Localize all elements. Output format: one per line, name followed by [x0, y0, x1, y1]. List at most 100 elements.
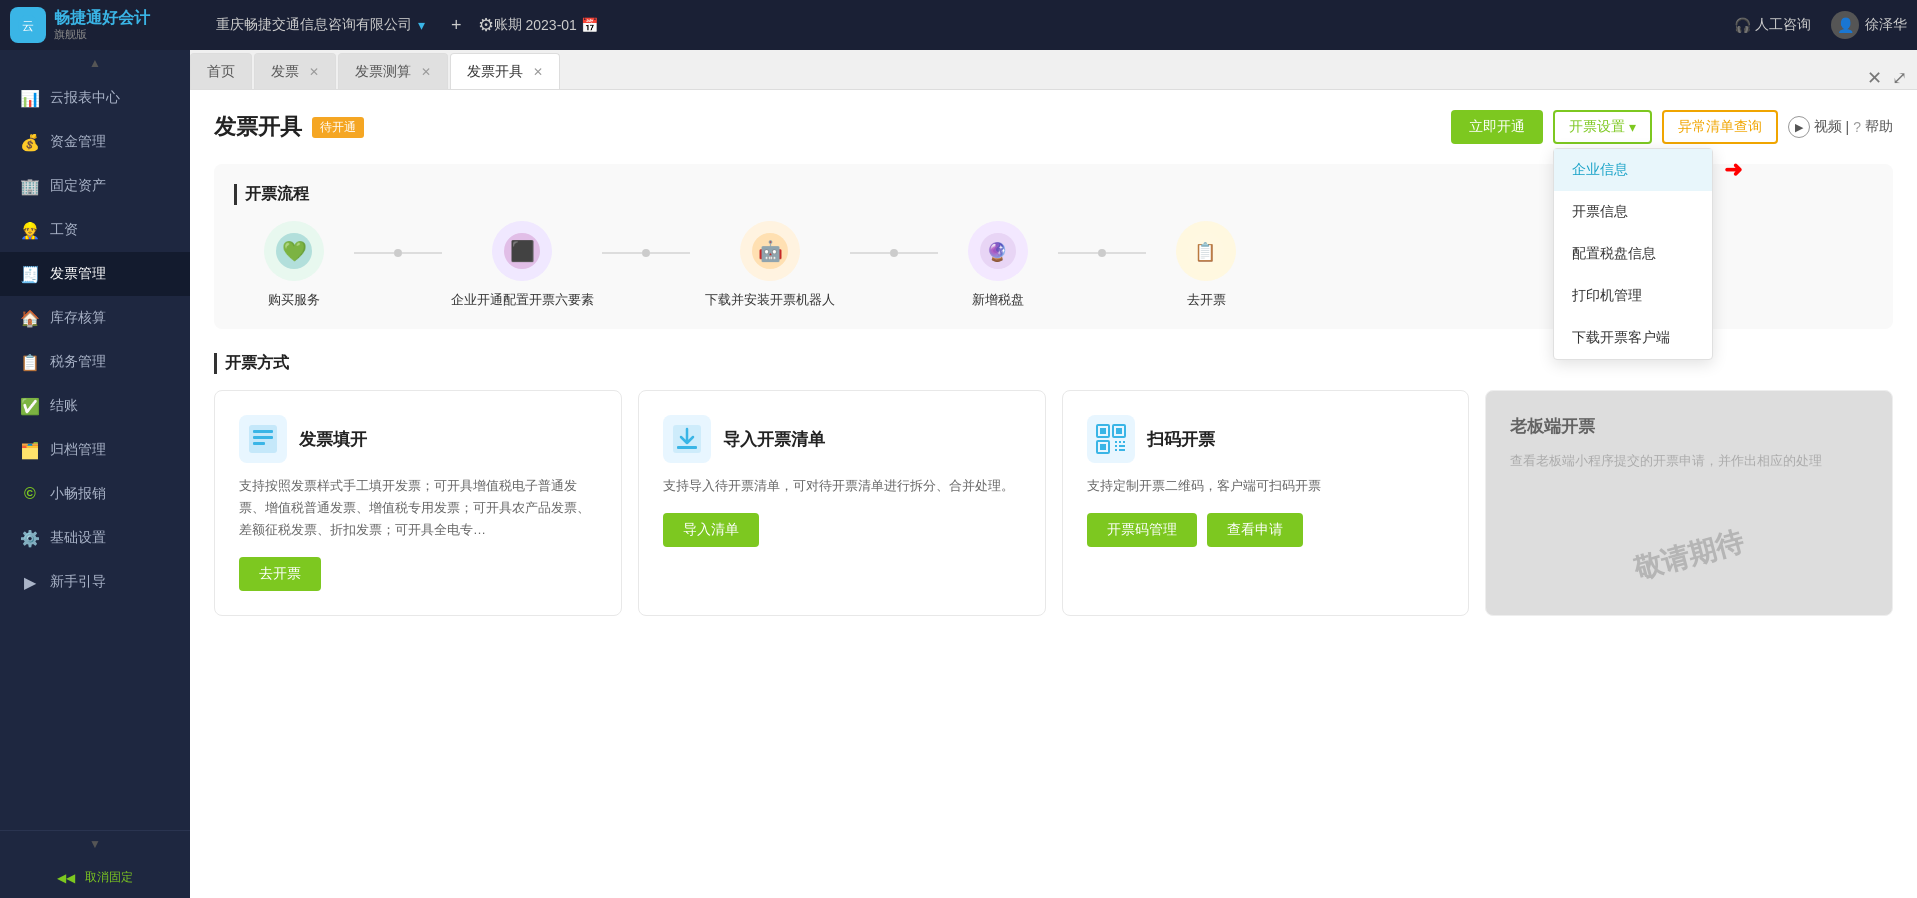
sidebar-item-kucun[interactable]: 🏠 库存核算	[0, 296, 190, 340]
import-list-button[interactable]: 导入清单	[663, 513, 759, 547]
sidebar-item-guidang[interactable]: 🗂️ 归档管理	[0, 428, 190, 472]
tab-fapiaocesuan-close[interactable]: ✕	[421, 65, 431, 79]
sidebar-label-yunbao: 云报表中心	[50, 89, 120, 107]
user-menu[interactable]: 👤 徐泽华	[1831, 11, 1907, 39]
jiezhang-icon: ✅	[20, 396, 40, 416]
tabs-right-actions: ✕ ⤢	[1867, 67, 1917, 89]
view-apply-button[interactable]: 查看申请	[1207, 513, 1303, 547]
app-edition: 旗舰版	[54, 27, 150, 42]
billing-card-wrap-laobanduan: 老板端开票 查看老板端小程序提交的开票申请，并作出相应的处理 敬请期待	[1485, 390, 1893, 616]
sidebar-item-xiaochang[interactable]: © 小畅报销	[0, 472, 190, 516]
page-title: 发票开具	[214, 112, 302, 142]
tab-fapiaocesuan[interactable]: 发票测算 ✕	[338, 53, 448, 89]
svg-rect-17	[677, 446, 697, 449]
xinshouyi-icon: ▶	[20, 572, 40, 592]
dropdown-item-xiazai[interactable]: 下载开票客户端	[1554, 317, 1712, 359]
abnormal-list-button[interactable]: 异常清单查询	[1662, 110, 1778, 144]
company-selector[interactable]: 重庆畅捷交通信息咨询有限公司 ▾	[200, 16, 441, 34]
connector-1	[354, 249, 442, 281]
tab-fapiaokaiju[interactable]: 发票开具 ✕	[450, 53, 560, 89]
calendar-icon[interactable]: 📅	[581, 17, 598, 33]
play-icon[interactable]: ▶	[1788, 116, 1810, 138]
connector-4	[1058, 249, 1146, 281]
kucun-icon: 🏠	[20, 308, 40, 328]
settings-dropdown-wrapper: 开票设置 ▾ 企业信息	[1553, 110, 1652, 144]
dropdown-item-kaipiaoxinxi[interactable]: 开票信息	[1554, 191, 1712, 233]
settings-button[interactable]: 开票设置 ▾	[1553, 110, 1652, 144]
tab-close-all-button[interactable]: ✕	[1867, 67, 1882, 89]
chevron-down-icon: ▾	[418, 17, 425, 33]
period-value: 2023-01	[526, 17, 577, 33]
customer-service[interactable]: 🎧 人工咨询	[1734, 16, 1811, 34]
tab-fapiao-close[interactable]: ✕	[309, 65, 319, 79]
help-label[interactable]: 帮助	[1865, 118, 1893, 136]
dropdown-item-qiyexinxi[interactable]: 企业信息	[1554, 149, 1712, 191]
red-arrow-indicator: ➜	[1724, 157, 1742, 183]
sidebar-item-fapiao[interactable]: 🧾 发票管理	[0, 252, 190, 296]
tab-fapiaokaiju-label: 发票开具	[467, 63, 523, 81]
sidebar-item-gudingzichan[interactable]: 🏢 固定资产	[0, 164, 190, 208]
xiaochang-icon: ©	[20, 484, 40, 504]
qr-manage-button[interactable]: 开票码管理	[1087, 513, 1197, 547]
sidebar-label-jiezhang: 结账	[50, 397, 78, 415]
sidebar-label-shuiwu: 税务管理	[50, 353, 106, 371]
logo-text-block: 畅捷通好会计 旗舰版	[54, 8, 150, 42]
coming-soon-overlay: 敬请期待	[1630, 523, 1748, 589]
status-badge: 待开通	[312, 117, 364, 138]
gongzi-icon: 👷	[20, 220, 40, 240]
svg-rect-27	[1115, 445, 1117, 447]
sidebar-item-gongzi[interactable]: 👷 工资	[0, 208, 190, 252]
shuiwu-icon: 📋	[20, 352, 40, 372]
sidebar-item-jichushezhi[interactable]: ⚙️ 基础设置	[0, 516, 190, 560]
account-period: 账期 2023-01 📅	[494, 16, 598, 34]
billing-card-header-2: 导入开票清单	[663, 415, 1021, 463]
settings-icon[interactable]: ⚙	[478, 14, 494, 36]
svg-text:🔮: 🔮	[986, 241, 1009, 263]
go-billing-button-1[interactable]: 去开票	[239, 557, 321, 591]
svg-rect-26	[1123, 441, 1125, 443]
sidebar-item-zijin[interactable]: 💰 资金管理	[0, 120, 190, 164]
dropdown-label-peizhi: 配置税盘信息	[1572, 245, 1656, 261]
sidebar-scroll-up[interactable]: ▲	[0, 50, 190, 76]
sidebar-item-jiezhang[interactable]: ✅ 结账	[0, 384, 190, 428]
tab-fapiaocesuan-label: 发票测算	[355, 63, 411, 81]
activate-button[interactable]: 立即开通	[1451, 110, 1543, 144]
sidebar-item-shuiwu[interactable]: 📋 税务管理	[0, 340, 190, 384]
settings-dropdown-menu: 企业信息 ➜ 开票信息 配置税盘信息	[1553, 148, 1713, 360]
guidang-icon: 🗂️	[20, 440, 40, 460]
tab-maximize-button[interactable]: ⤢	[1892, 67, 1907, 89]
tab-home[interactable]: 首页	[190, 53, 252, 89]
sidebar-bottom: ▼ ◀◀ 取消固定	[0, 830, 190, 898]
headset-icon: 🎧	[1734, 17, 1751, 33]
dropdown-item-peizhi[interactable]: 配置税盘信息	[1554, 233, 1712, 275]
step-label-qukaipiao: 去开票	[1187, 291, 1226, 309]
svg-rect-30	[1119, 449, 1125, 451]
step-label-goumaifw: 购买服务	[268, 291, 320, 309]
billing-card-3-buttons: 开票码管理 查看申请	[1087, 513, 1445, 547]
step-icon-xinzengshuipan: 🔮	[968, 221, 1028, 281]
main-content: 首页 发票 ✕ 发票测算 ✕ 发票开具 ✕ ✕ ⤢	[190, 50, 1917, 898]
sidebar-item-yunbao[interactable]: 📊 云报表中心	[0, 76, 190, 120]
billing-card-fapaiotiankai: 发票填开 支持按照发票样式手工填开发票；可开具增值税电子普通发票、增值税普通发票…	[214, 390, 622, 616]
add-icon[interactable]: +	[451, 15, 462, 36]
sidebar-scroll-down[interactable]: ▼	[0, 831, 190, 857]
svg-rect-25	[1119, 441, 1121, 443]
svg-text:📋: 📋	[1194, 241, 1217, 263]
connector-2	[602, 249, 690, 281]
tab-fapiaokaiju-close[interactable]: ✕	[533, 65, 543, 79]
separator: |	[1846, 119, 1850, 135]
dropdown-label-dayinji: 打印机管理	[1572, 287, 1642, 303]
service-label: 人工咨询	[1755, 16, 1811, 34]
pin-icon: ◀◀	[57, 871, 75, 885]
tab-fapiao[interactable]: 发票 ✕	[254, 53, 336, 89]
sidebar-label-fapiao: 发票管理	[50, 265, 106, 283]
billing-icon-3	[1087, 415, 1135, 463]
dropdown-item-dayinji[interactable]: 打印机管理	[1554, 275, 1712, 317]
sidebar-item-xinshouyi[interactable]: ▶ 新手引导	[0, 560, 190, 604]
sidebar-unpin[interactable]: ◀◀ 取消固定	[0, 857, 190, 898]
yunbao-icon: 📊	[20, 88, 40, 108]
video-label[interactable]: 视频	[1814, 118, 1842, 136]
logo-icon: 云	[10, 7, 46, 43]
tabs-bar: 首页 发票 ✕ 发票测算 ✕ 发票开具 ✕ ✕ ⤢	[190, 50, 1917, 90]
svg-rect-24	[1115, 441, 1117, 443]
